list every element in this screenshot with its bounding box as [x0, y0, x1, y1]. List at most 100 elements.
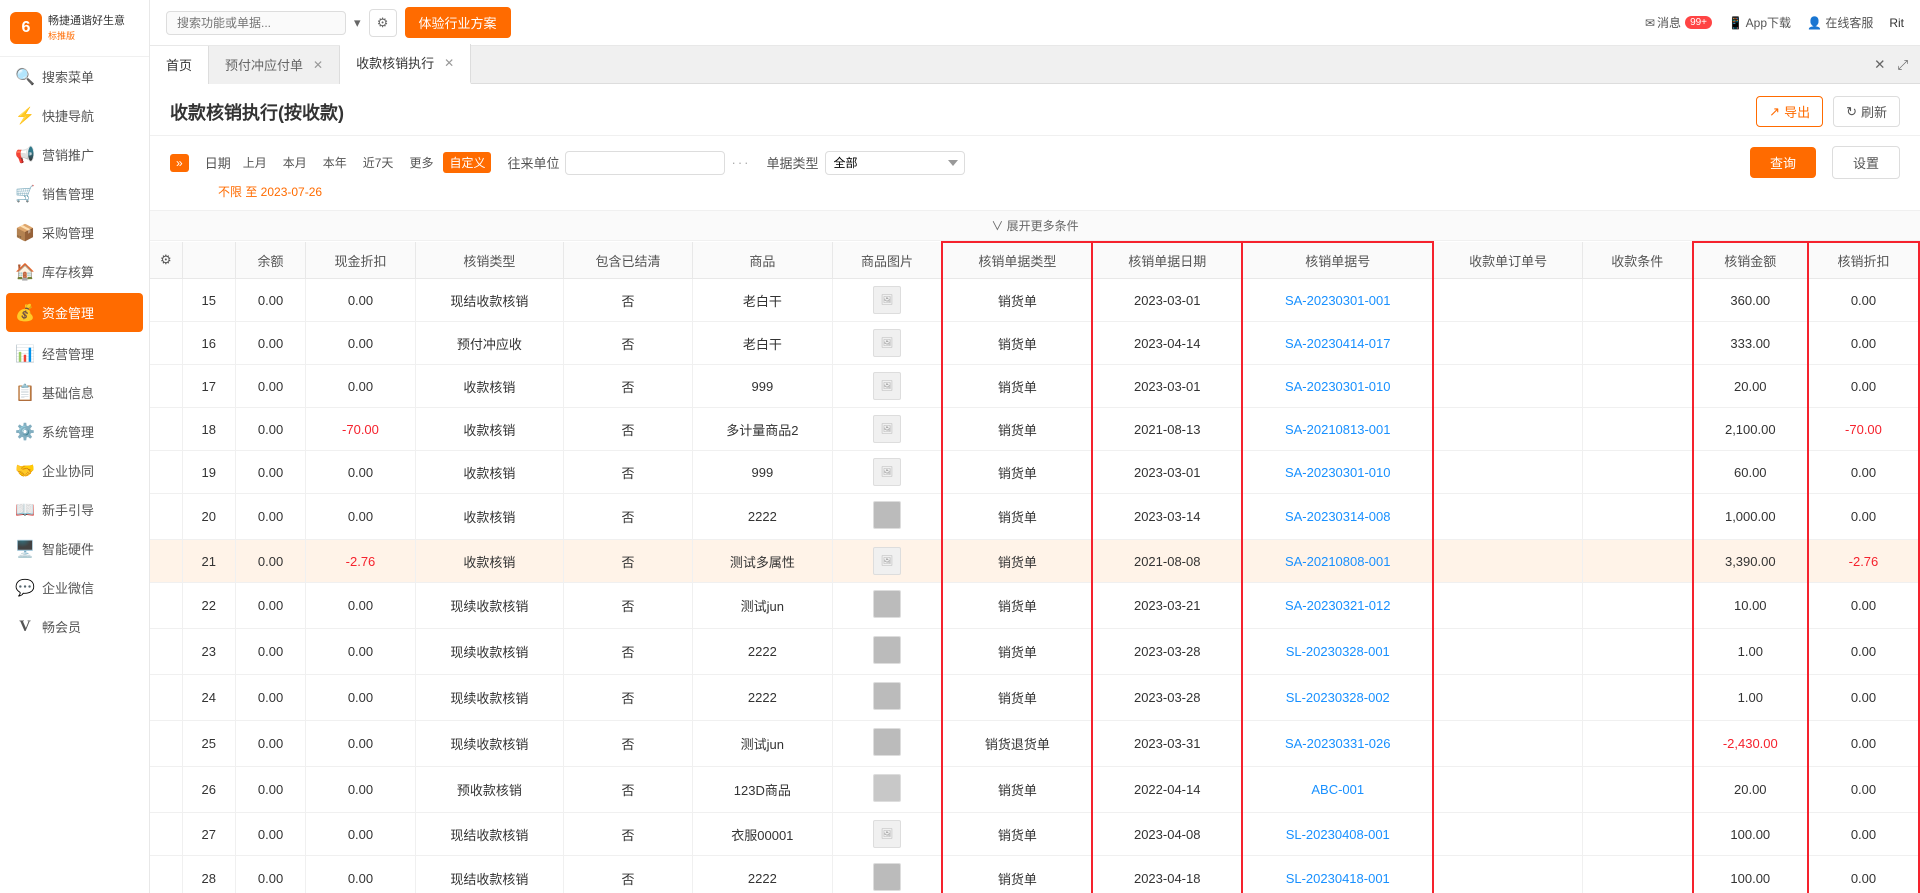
solution-button[interactable]: 体验行业方案: [405, 7, 511, 38]
sidebar-item-search-menu[interactable]: 🔍 搜索菜单: [0, 57, 149, 96]
app-download-btn[interactable]: 📱 App下载: [1728, 14, 1791, 31]
sidebar-item-basic-info[interactable]: 📋 基础信息: [0, 373, 149, 412]
verify-no-cell[interactable]: ABC-001: [1242, 767, 1433, 813]
sidebar-item-enterprise[interactable]: 🤝 企业协同: [0, 451, 149, 490]
filter-bill-type-group: 单据类型 全部 销货单 预收收款 收款核销: [766, 151, 970, 175]
sidebar-item-smart-hw[interactable]: 🖥️ 智能硬件: [0, 529, 149, 568]
verify-date-cell: 2023-04-08: [1092, 813, 1242, 856]
verify-no-cell[interactable]: SA-20210808-001: [1242, 540, 1433, 583]
verify-no-link[interactable]: SL-20230408-001: [1286, 827, 1390, 842]
product-img-cell: [832, 721, 942, 767]
row-num-cell: 21: [182, 540, 235, 583]
table-container[interactable]: ⚙ 余额 现金折扣 核销类型 包含已结清 商品 商品图片 核销单据类型 核销单据…: [150, 241, 1920, 893]
date-btn-last-month[interactable]: 上月: [237, 152, 273, 173]
receipt-condition-cell: [1582, 629, 1692, 675]
export-icon: ↗: [1769, 104, 1780, 120]
verify-no-link[interactable]: SA-20230314-008: [1285, 509, 1391, 524]
verify-bill-type-cell: 销货单: [942, 767, 1092, 813]
verify-amount-cell: 1.00: [1693, 675, 1808, 721]
topbar-gear-btn[interactable]: ⚙: [369, 9, 397, 37]
topbar-dropdown-icon[interactable]: ▾: [354, 15, 361, 31]
sidebar-item-quick-nav[interactable]: ⚡ 快捷导航: [0, 96, 149, 135]
sidebar-item-label: 畅会员: [42, 617, 81, 636]
verify-type-cell: 预付冲应收: [415, 322, 563, 365]
sidebar-item-label: 销售管理: [42, 184, 94, 203]
col-verify-bill-type: 核销单据类型: [942, 242, 1092, 279]
sidebar-item-inventory[interactable]: 🏠 库存核算: [0, 252, 149, 291]
tab-collection-close[interactable]: ✕: [444, 56, 454, 70]
tab-home[interactable]: 首页: [150, 46, 209, 84]
date-btn-7days[interactable]: 近7天: [357, 152, 400, 173]
sidebar-item-marketing[interactable]: 📢 营销推广: [0, 135, 149, 174]
verify-amount-cell: 360.00: [1693, 279, 1808, 322]
sidebar-item-wechat[interactable]: 💬 企业微信: [0, 568, 149, 607]
app-download-icon: 📱: [1728, 16, 1743, 30]
filter-partner-input[interactable]: [565, 151, 725, 175]
product-cell: 2222: [692, 856, 832, 893]
tab-restore-btn[interactable]: ⤢: [1893, 53, 1912, 77]
verify-bill-type-cell: 销货单: [942, 675, 1092, 721]
verify-no-link[interactable]: SA-20230414-017: [1285, 336, 1391, 351]
verify-no-cell[interactable]: SA-20230314-008: [1242, 494, 1433, 540]
sidebar-item-label: 新手引导: [42, 500, 94, 519]
verify-discount-cell: 0.00: [1808, 675, 1919, 721]
query-button[interactable]: 查询: [1750, 147, 1816, 178]
verify-no-link[interactable]: SA-20230301-010: [1285, 379, 1391, 394]
tab-close-all-btn[interactable]: ✕: [1870, 53, 1889, 77]
receipt-condition-cell: [1582, 322, 1692, 365]
verify-no-cell[interactable]: SL-20230328-002: [1242, 675, 1433, 721]
verify-no-link[interactable]: ABC-001: [1311, 782, 1364, 797]
tab-prepay-close[interactable]: ✕: [313, 58, 323, 72]
row-num-cell: 20: [182, 494, 235, 540]
verify-no-cell[interactable]: SA-20230414-017: [1242, 322, 1433, 365]
tab-prepay[interactable]: 预付冲应付单 ✕: [209, 46, 340, 84]
verify-no-link[interactable]: SA-20230301-001: [1285, 293, 1391, 308]
verify-no-cell[interactable]: SA-20230321-012: [1242, 583, 1433, 629]
verify-no-link[interactable]: SA-20230331-026: [1285, 736, 1391, 751]
message-btn[interactable]: ✉ 消息 99+: [1645, 14, 1712, 31]
filter-toggle-btn[interactable]: »: [170, 154, 189, 172]
date-btn-this-year[interactable]: 本年: [317, 152, 353, 173]
cash-discount-cell: 0.00: [306, 675, 415, 721]
verify-no-link[interactable]: SA-20210813-001: [1285, 422, 1391, 437]
verify-no-cell[interactable]: SA-20230331-026: [1242, 721, 1433, 767]
date-btn-this-month[interactable]: 本月: [277, 152, 313, 173]
sidebar-item-finance[interactable]: 💰 资金管理: [6, 293, 143, 332]
col-gear[interactable]: ⚙: [150, 242, 182, 279]
verify-no-cell[interactable]: SL-20230408-001: [1242, 813, 1433, 856]
verify-no-link[interactable]: SL-20230328-001: [1286, 644, 1390, 659]
verify-no-cell[interactable]: SL-20230328-001: [1242, 629, 1433, 675]
sidebar-item-member[interactable]: V 畅会员: [0, 607, 149, 646]
sidebar-item-sales[interactable]: 🛒 销售管理: [0, 174, 149, 213]
verify-no-cell[interactable]: SA-20230301-010: [1242, 365, 1433, 408]
sidebar-item-guide[interactable]: 📖 新手引导: [0, 490, 149, 529]
date-btn-custom[interactable]: 自定义: [443, 152, 491, 173]
sidebar-item-business[interactable]: 📊 经营管理: [0, 334, 149, 373]
sidebar-item-system[interactable]: ⚙️ 系统管理: [0, 412, 149, 451]
table-row: 15 0.00 0.00 现结收款核销 否 老白干 🖼 销货单 2023-03-…: [150, 279, 1919, 322]
online-service-btn[interactable]: 👤 在线客服: [1807, 14, 1873, 31]
refresh-button[interactable]: ↻ 刷新: [1833, 96, 1900, 127]
product-cell: 多计量商品2: [692, 408, 832, 451]
verify-no-link[interactable]: SL-20230328-002: [1286, 690, 1390, 705]
verify-no-link[interactable]: SL-20230418-001: [1286, 871, 1390, 886]
export-button[interactable]: ↗ 导出: [1756, 96, 1823, 127]
topbar-search-input[interactable]: [166, 11, 346, 35]
row-num-cell: 19: [182, 451, 235, 494]
verify-no-link[interactable]: SA-20230301-010: [1285, 465, 1391, 480]
verify-no-cell[interactable]: SA-20230301-010: [1242, 451, 1433, 494]
receipt-order-no-cell: [1433, 675, 1582, 721]
verify-no-link[interactable]: SA-20210808-001: [1285, 554, 1391, 569]
date-btn-more[interactable]: 更多: [403, 152, 439, 173]
balance-cell: 0.00: [235, 408, 305, 451]
col-include-cleared: 包含已结清: [564, 242, 693, 279]
setting-button[interactable]: 设置: [1832, 146, 1900, 179]
sidebar-item-purchase[interactable]: 📦 采购管理: [0, 213, 149, 252]
expand-conditions-btn[interactable]: ∨ 展开更多条件: [991, 217, 1078, 234]
verify-no-cell[interactable]: SA-20210813-001: [1242, 408, 1433, 451]
verify-no-cell[interactable]: SL-20230418-001: [1242, 856, 1433, 893]
filter-bill-type-select[interactable]: 全部 销货单 预收收款 收款核销: [825, 151, 965, 175]
tab-collection[interactable]: 收款核销执行 ✕: [340, 44, 471, 84]
verify-no-link[interactable]: SA-20230321-012: [1285, 598, 1391, 613]
verify-no-cell[interactable]: SA-20230301-001: [1242, 279, 1433, 322]
